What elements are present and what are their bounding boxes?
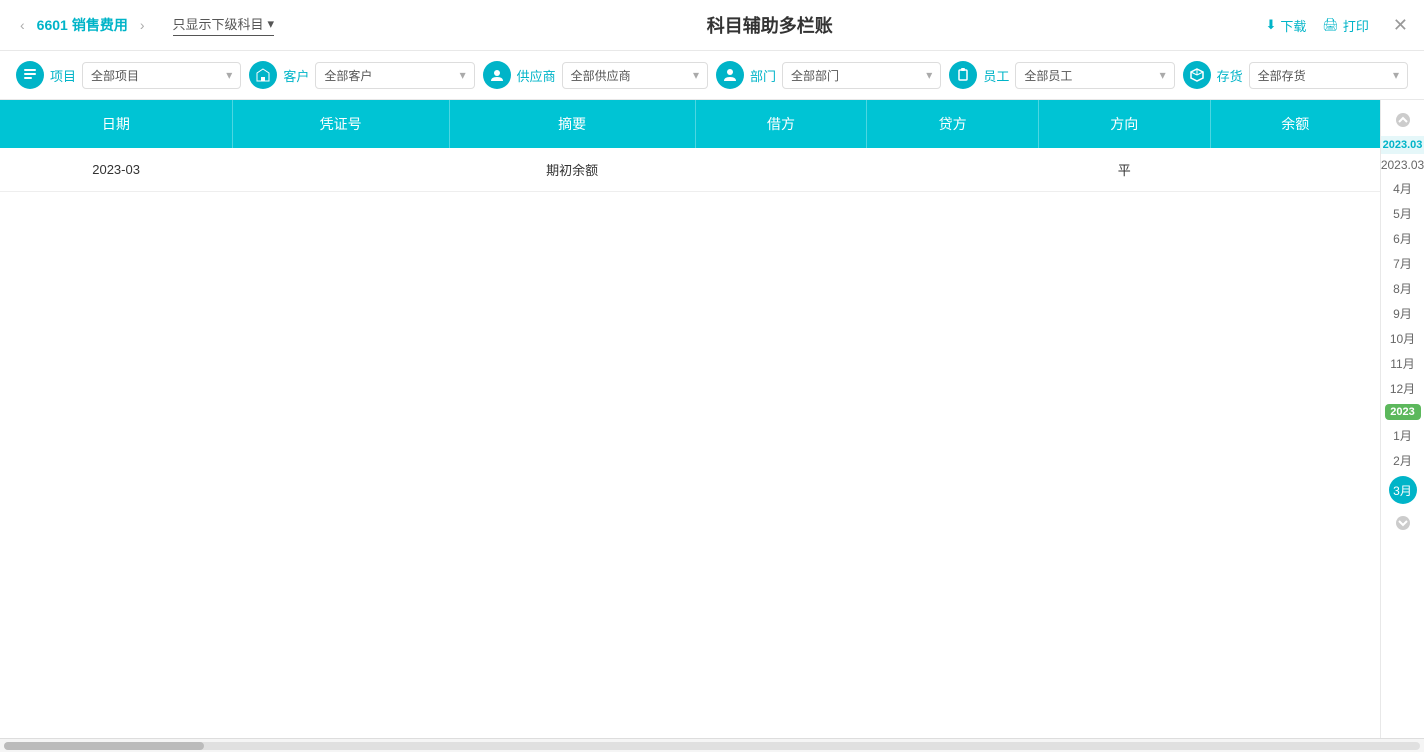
- customer-value: 全部客户: [324, 67, 372, 84]
- sidebar-month-item[interactable]: 10月: [1380, 326, 1424, 351]
- month-sidebar: 2023.032023.034月5月6月7月8月9月10月11月12月20231…: [1380, 100, 1424, 738]
- employee-select[interactable]: 全部员工 ▾: [1015, 62, 1174, 89]
- col-balance: 余额: [1210, 100, 1380, 148]
- print-button[interactable]: 🖨 打印: [1322, 16, 1369, 35]
- show-sub-arrow: ▾: [268, 16, 275, 32]
- show-sub-dropdown[interactable]: 只显示下级科目 ▾: [173, 14, 275, 36]
- download-icon: ⬇: [1265, 17, 1276, 33]
- sidebar-month-item[interactable]: 1月: [1380, 423, 1424, 448]
- project-select[interactable]: 全部项目 ▾: [82, 62, 241, 89]
- inventory-icon: [1183, 61, 1211, 89]
- department-select[interactable]: 全部部门 ▾: [782, 62, 941, 89]
- customer-dropdown-arrow: ▾: [460, 68, 466, 82]
- show-sub-label: 只显示下级科目: [173, 14, 264, 33]
- supplier-value: 全部供应商: [571, 67, 631, 84]
- next-account-button[interactable]: ›: [136, 15, 149, 35]
- table-container: 日期 凭证号 摘要 借方 贷方 方向 余额 2023-03 期初余额 平: [0, 100, 1380, 738]
- inventory-filter: 存货 全部存货 ▾: [1183, 61, 1408, 89]
- project-dropdown-arrow: ▾: [226, 68, 232, 82]
- employee-filter: 员工 全部员工 ▾: [949, 61, 1174, 89]
- sidebar-month-item[interactable]: 2023: [1385, 404, 1421, 420]
- account-code-text: 6601: [37, 17, 68, 33]
- cell-summary: 期初余额: [449, 148, 695, 192]
- inventory-label: 存货: [1217, 66, 1243, 85]
- department-value: 全部部门: [791, 67, 839, 84]
- customer-select[interactable]: 全部客户 ▾: [315, 62, 474, 89]
- cell-voucher: [232, 148, 449, 192]
- cell-credit: [867, 148, 1039, 192]
- inventory-select[interactable]: 全部存货 ▾: [1249, 62, 1408, 89]
- sidebar-month-item[interactable]: 6月: [1380, 226, 1424, 251]
- project-label: 项目: [50, 66, 76, 85]
- employee-dropdown-arrow: ▾: [1160, 68, 1166, 82]
- account-name-text: 销售费用: [72, 15, 128, 35]
- prev-account-button[interactable]: ‹: [16, 15, 29, 35]
- sidebar-up-button[interactable]: [1389, 106, 1417, 134]
- download-label: 下载: [1280, 16, 1306, 35]
- sidebar-month-item[interactable]: 2023.03: [1380, 154, 1424, 176]
- employee-label: 员工: [983, 66, 1009, 85]
- department-label: 部门: [750, 66, 776, 85]
- close-button[interactable]: ✕: [1393, 15, 1408, 36]
- sidebar-month-item[interactable]: 4月: [1380, 176, 1424, 201]
- col-voucher: 凭证号: [232, 100, 449, 148]
- sidebar-month-item[interactable]: 5月: [1380, 201, 1424, 226]
- scrollbar-track: [4, 742, 1420, 750]
- col-direction: 方向: [1038, 100, 1210, 148]
- page-title: 科目辅助多栏账: [282, 12, 1257, 38]
- customer-filter: 客户 全部客户 ▾: [249, 61, 474, 89]
- col-date: 日期: [0, 100, 232, 148]
- print-icon: 🖨: [1322, 17, 1339, 33]
- employee-value: 全部员工: [1024, 67, 1072, 84]
- cell-debit: [695, 148, 867, 192]
- project-icon: [16, 61, 44, 89]
- project-value: 全部项目: [91, 67, 139, 84]
- print-label: 打印: [1343, 16, 1369, 35]
- ledger-table: 日期 凭证号 摘要 借方 贷方 方向 余额 2023-03 期初余额 平: [0, 100, 1380, 192]
- department-icon: [716, 61, 744, 89]
- employee-icon: [949, 61, 977, 89]
- sidebar-down-button[interactable]: [1389, 509, 1417, 537]
- filter-bar: 项目 全部项目 ▾ 客户 全部客户 ▾: [0, 51, 1424, 100]
- inventory-dropdown-arrow: ▾: [1393, 68, 1399, 82]
- supplier-dropdown-arrow: ▾: [693, 68, 699, 82]
- supplier-label: 供应商: [517, 66, 556, 85]
- customer-icon: [249, 61, 277, 89]
- sidebar-month-item[interactable]: 7月: [1380, 251, 1424, 276]
- sidebar-month-item[interactable]: 12月: [1380, 376, 1424, 401]
- cell-direction: 平: [1038, 148, 1210, 192]
- horizontal-scrollbar[interactable]: [0, 738, 1424, 752]
- sidebar-month-item[interactable]: 2月: [1380, 448, 1424, 473]
- supplier-icon: [483, 61, 511, 89]
- scrollbar-thumb[interactable]: [4, 742, 204, 750]
- sidebar-month-item[interactable]: 9月: [1380, 301, 1424, 326]
- table-header-row: 日期 凭证号 摘要 借方 贷方 方向 余额: [0, 100, 1380, 148]
- department-dropdown-arrow: ▾: [926, 68, 932, 82]
- col-summary: 摘要: [449, 100, 695, 148]
- project-filter: 项目 全部项目 ▾: [16, 61, 241, 89]
- download-button[interactable]: ⬇ 下载: [1265, 16, 1306, 35]
- supplier-filter: 供应商 全部供应商 ▾: [483, 61, 708, 89]
- supplier-select[interactable]: 全部供应商 ▾: [562, 62, 708, 89]
- sidebar-month-item[interactable]: 2023.03: [1380, 136, 1424, 154]
- col-credit: 贷方: [867, 100, 1039, 148]
- cell-date: 2023-03: [0, 148, 232, 192]
- sidebar-month-item[interactable]: 3月: [1389, 476, 1417, 504]
- department-filter: 部门 全部部门 ▾: [716, 61, 941, 89]
- sidebar-month-item[interactable]: 8月: [1380, 276, 1424, 301]
- customer-label: 客户: [283, 66, 309, 85]
- account-code: 6601 销售费用: [37, 15, 128, 35]
- cell-balance: [1210, 148, 1380, 192]
- sidebar-month-item[interactable]: 11月: [1380, 351, 1424, 376]
- inventory-value: 全部存货: [1258, 67, 1306, 84]
- table-row[interactable]: 2023-03 期初余额 平: [0, 148, 1380, 192]
- col-debit: 借方: [695, 100, 867, 148]
